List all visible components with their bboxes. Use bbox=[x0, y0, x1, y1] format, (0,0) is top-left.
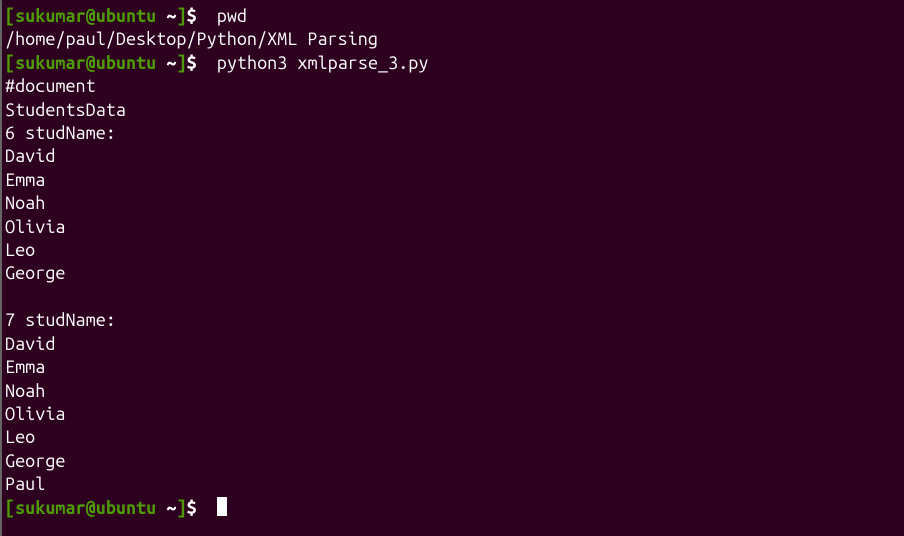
prompt-symbol: $ bbox=[187, 498, 197, 518]
prompt-open-bracket: [ bbox=[5, 6, 15, 26]
prompt-user-host: sukumar@ubuntu bbox=[15, 498, 156, 518]
prompt-path: ~ bbox=[166, 53, 176, 73]
terminal[interactable]: [sukumar@ubuntu ~]$ pwd/home/paul/Deskto… bbox=[5, 5, 901, 520]
output-line: Olivia bbox=[5, 216, 901, 239]
prompt-user-host: sukumar@ubuntu bbox=[15, 53, 156, 73]
output-line: Emma bbox=[5, 356, 901, 379]
output-line: Paul bbox=[5, 473, 901, 496]
prompt-open-bracket: [ bbox=[5, 53, 15, 73]
prompt-line: [sukumar@ubuntu ~]$ pwd bbox=[5, 5, 901, 28]
prompt-close-bracket: ] bbox=[176, 498, 186, 518]
output-line: George bbox=[5, 262, 901, 285]
prompt-close-bracket: ] bbox=[176, 53, 186, 73]
prompt-close-bracket: ] bbox=[176, 6, 186, 26]
prompt-symbol: $ bbox=[187, 53, 197, 73]
prompt-path: ~ bbox=[166, 498, 176, 518]
output-line: Emma bbox=[5, 169, 901, 192]
output-line: Leo bbox=[5, 239, 901, 262]
prompt-symbol: $ bbox=[187, 6, 197, 26]
prompt-user-host: sukumar@ubuntu bbox=[15, 6, 156, 26]
cursor-icon bbox=[217, 497, 227, 516]
output-line: StudentsData bbox=[5, 99, 901, 122]
prompt-space bbox=[156, 498, 166, 518]
command-text: python3 xmlparse_3.py bbox=[197, 53, 429, 73]
prompt-line: [sukumar@ubuntu ~]$ bbox=[5, 497, 901, 520]
output-line: Leo bbox=[5, 426, 901, 449]
output-line: George bbox=[5, 450, 901, 473]
output-line: /home/paul/Desktop/Python/XML Parsing bbox=[5, 28, 901, 51]
output-line: David bbox=[5, 145, 901, 168]
output-line: Noah bbox=[5, 192, 901, 215]
output-line bbox=[5, 286, 901, 309]
prompt-open-bracket: [ bbox=[5, 498, 15, 518]
prompt-path: ~ bbox=[166, 6, 176, 26]
prompt-line: [sukumar@ubuntu ~]$ python3 xmlparse_3.p… bbox=[5, 52, 901, 75]
prompt-space bbox=[156, 6, 166, 26]
output-line: David bbox=[5, 333, 901, 356]
command-text: pwd bbox=[197, 6, 247, 26]
output-line: 7 studName: bbox=[5, 309, 901, 332]
output-line: 6 studName: bbox=[5, 122, 901, 145]
output-line: Olivia bbox=[5, 403, 901, 426]
output-line: Noah bbox=[5, 380, 901, 403]
command-text bbox=[197, 498, 217, 518]
output-line: #document bbox=[5, 75, 901, 98]
prompt-space bbox=[156, 53, 166, 73]
